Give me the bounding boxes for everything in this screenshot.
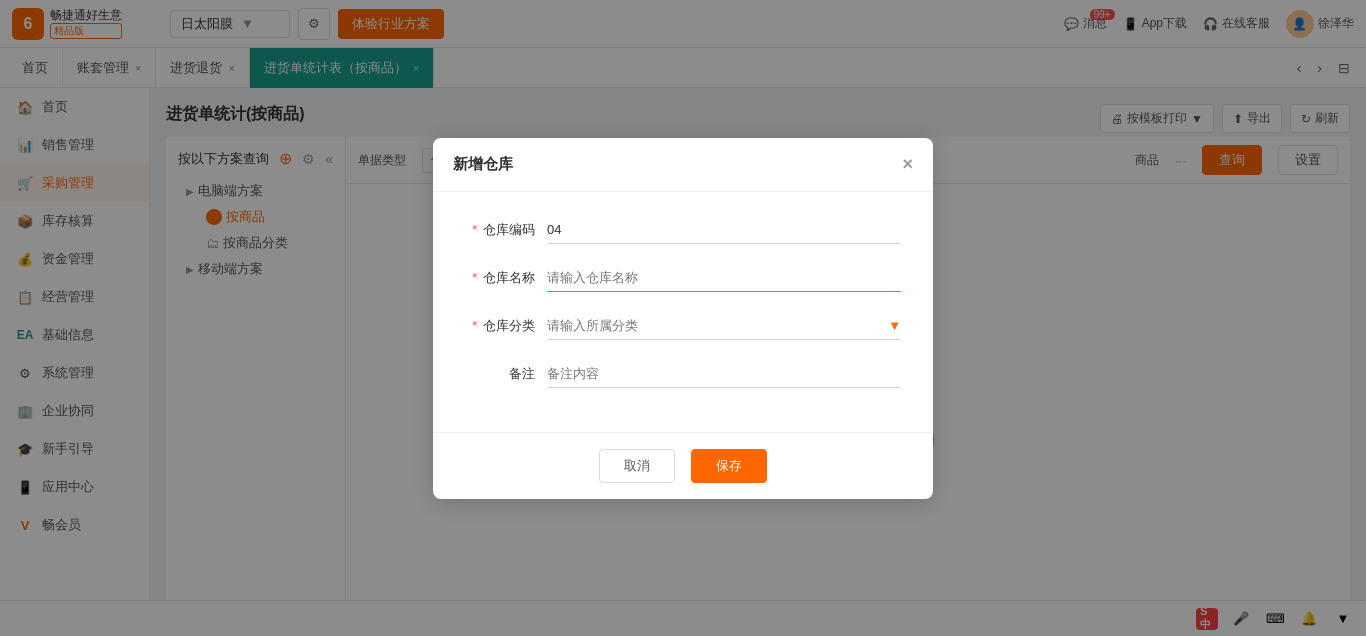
warehouse-category-select[interactable]: ▼ (547, 312, 901, 340)
warehouse-name-label: * 仓库名称 (465, 269, 535, 287)
warehouse-name-input[interactable] (547, 264, 901, 292)
add-warehouse-modal: 新增仓库 × * 仓库编码 * 仓库名称 (433, 138, 933, 499)
modal-body: * 仓库编码 * 仓库名称 * 仓库分类 (433, 192, 933, 432)
required-star-1: * (472, 222, 477, 237)
warehouse-code-label: * 仓库编码 (465, 221, 535, 239)
remark-row: 备注 (465, 360, 901, 388)
warehouse-category-input[interactable] (547, 318, 888, 333)
cancel-button[interactable]: 取消 (599, 449, 675, 483)
modal-overlay: 新增仓库 × * 仓库编码 * 仓库名称 (0, 0, 1366, 636)
save-button[interactable]: 保存 (691, 449, 767, 483)
remark-input[interactable] (547, 360, 901, 388)
warehouse-category-label: * 仓库分类 (465, 317, 535, 335)
modal-footer: 取消 保存 (433, 432, 933, 499)
modal-close-button[interactable]: × (902, 154, 913, 175)
remark-label: 备注 (465, 365, 535, 383)
category-dropdown-arrow: ▼ (888, 318, 901, 333)
modal-title: 新增仓库 (453, 155, 513, 174)
modal-header: 新增仓库 × (433, 138, 933, 192)
required-star-3: * (472, 318, 477, 333)
warehouse-category-row: * 仓库分类 ▼ (465, 312, 901, 340)
required-star-2: * (472, 270, 477, 285)
warehouse-code-row: * 仓库编码 (465, 216, 901, 244)
warehouse-name-row: * 仓库名称 (465, 264, 901, 292)
warehouse-code-input[interactable] (547, 216, 901, 244)
